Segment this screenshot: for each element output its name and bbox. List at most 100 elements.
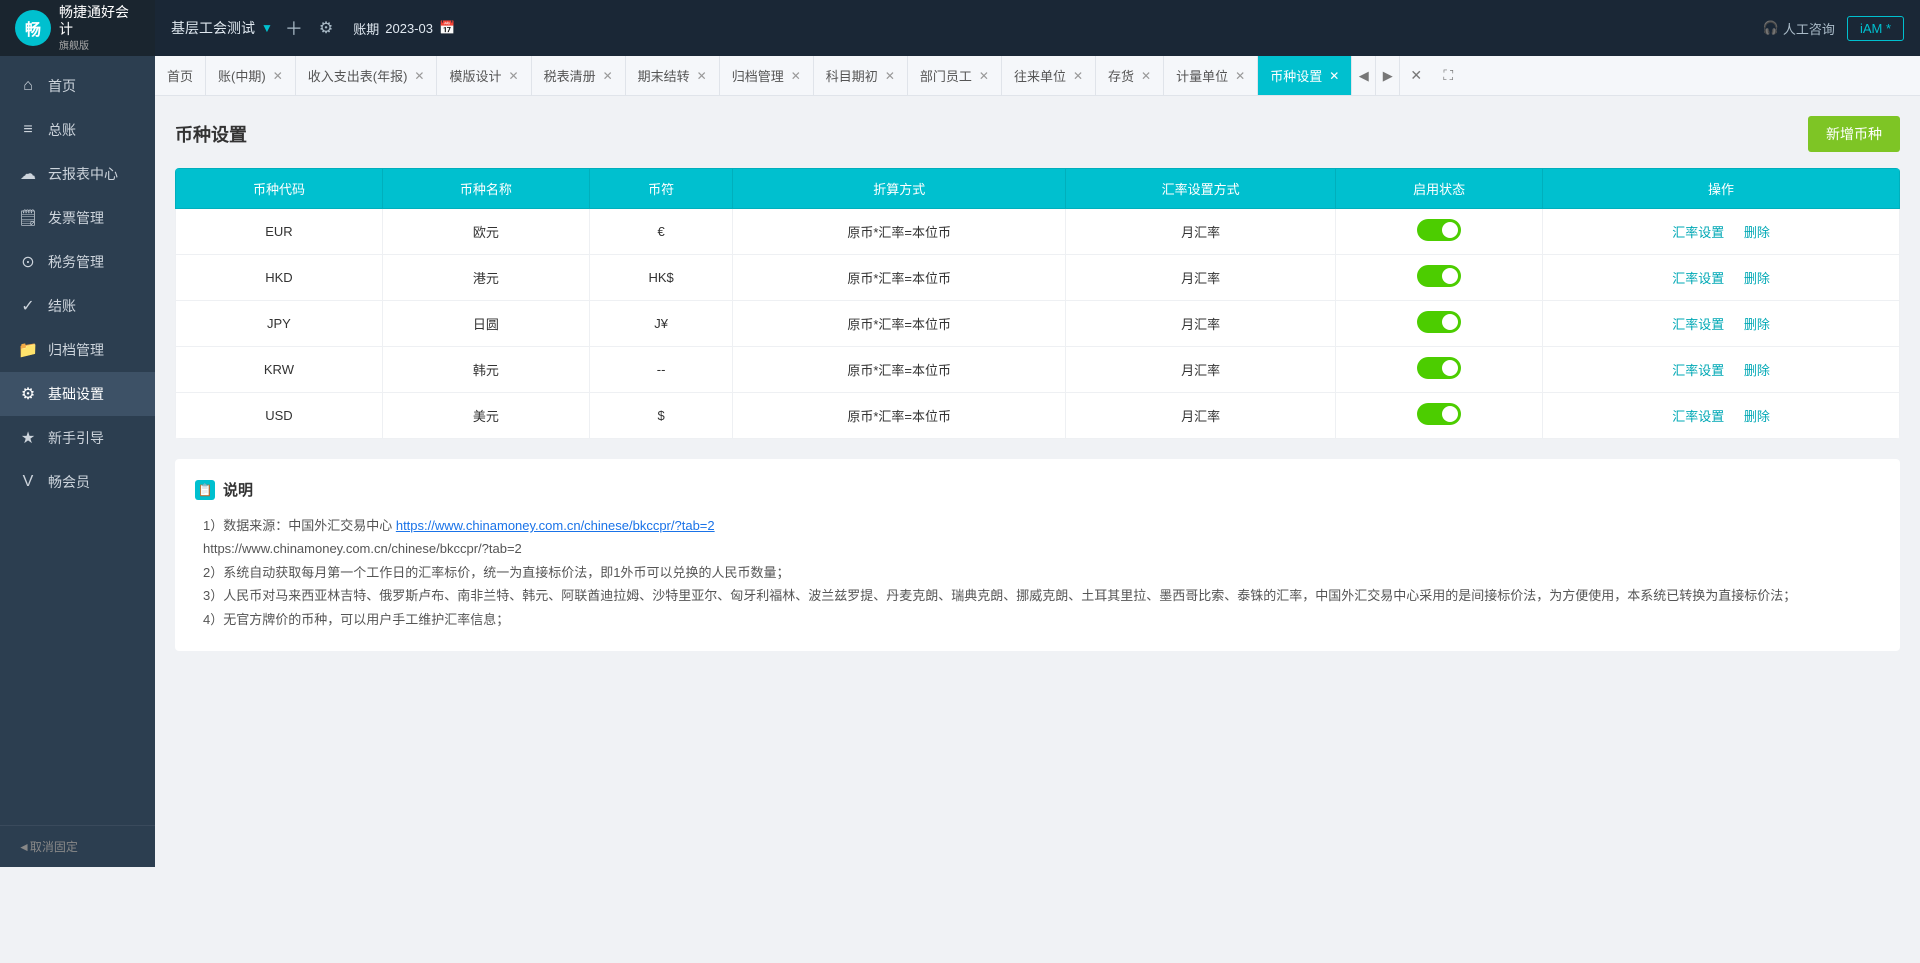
tab-label: 期末结转 [638, 66, 690, 85]
main-content: 币种设置 新增币种 币种代码 币种名称 币符 折算方式 汇率设置方式 启用状态 … [155, 96, 1920, 867]
cell-rate-type: 月汇率 [1065, 255, 1335, 301]
cell-status [1336, 255, 1543, 301]
tab-close-all-button[interactable]: ✕ [1400, 56, 1432, 96]
enable-toggle[interactable] [1417, 311, 1461, 333]
headset-icon: 🎧 [1763, 20, 1779, 36]
sidebar-item-ledger[interactable]: ≡ 总账 [0, 108, 155, 152]
delete-link[interactable]: 删除 [1744, 271, 1770, 286]
tax-icon: ⊙ [18, 252, 38, 272]
notes-link[interactable]: https://www.chinamoney.com.cn/chinese/bk… [396, 518, 715, 533]
tab-close-icon[interactable]: ✕ [979, 69, 989, 83]
delete-link[interactable]: 删除 [1744, 225, 1770, 240]
sidebar-item-checkout[interactable]: ✓ 结账 [0, 284, 155, 328]
cell-symbol: $ [589, 393, 733, 439]
enable-toggle[interactable] [1417, 219, 1461, 241]
tab-prev-button[interactable]: ◀ [1352, 56, 1376, 96]
tab-label: 科目期初 [826, 66, 878, 85]
header-gear-icon[interactable]: ⚙ [315, 18, 337, 38]
currency-table-container: 币种代码 币种名称 币符 折算方式 汇率设置方式 启用状态 操作 EUR 欧元 … [175, 168, 1900, 439]
cell-action: 汇率设置 删除 [1543, 393, 1900, 439]
cell-rate-type: 月汇率 [1065, 347, 1335, 393]
delete-link[interactable]: 删除 [1744, 317, 1770, 332]
cell-name: 欧元 [382, 209, 589, 255]
tab-close-icon[interactable]: ✕ [603, 69, 613, 83]
rate-settings-link[interactable]: 汇率设置 [1672, 271, 1724, 286]
tab-close-icon[interactable]: ✕ [1073, 69, 1083, 83]
company-dropdown-icon[interactable]: ▼ [261, 21, 273, 35]
notes-title: 📋 说明 [195, 479, 1880, 500]
notes-icon: 📋 [195, 480, 215, 500]
tab-archive[interactable]: 归档管理 ✕ [720, 56, 814, 96]
sidebar-pin-toggle[interactable]: ◄取消固定 [0, 825, 155, 867]
tab-close-icon[interactable]: ✕ [697, 69, 707, 83]
tab-close-icon[interactable]: ✕ [1235, 69, 1245, 83]
tab-income[interactable]: 收入支出表(年报) ✕ [296, 56, 438, 96]
currency-table: 币种代码 币种名称 币符 折算方式 汇率设置方式 启用状态 操作 EUR 欧元 … [175, 168, 1900, 439]
tab-stock[interactable]: 存货 ✕ [1096, 56, 1164, 96]
tab-close-icon[interactable]: ✕ [1329, 69, 1339, 83]
tab-dept[interactable]: 部门员工 ✕ [908, 56, 1002, 96]
cell-calc: 原币*汇率=本位币 [733, 393, 1066, 439]
tab-period[interactable]: 账(中期) ✕ [206, 56, 296, 96]
enable-toggle[interactable] [1417, 265, 1461, 287]
enable-toggle[interactable] [1417, 357, 1461, 379]
col-header-symbol: 币符 [589, 169, 733, 209]
rate-settings-link[interactable]: 汇率设置 [1672, 363, 1724, 378]
sidebar-item-invoice[interactable]: 🗒 发票管理 [0, 196, 155, 240]
tab-next-button[interactable]: ▶ [1376, 56, 1400, 96]
tab-label: 往来单位 [1014, 66, 1066, 85]
rate-settings-link[interactable]: 汇率设置 [1672, 317, 1724, 332]
home-icon: ⌂ [18, 77, 38, 95]
sidebar-item-guide[interactable]: ★ 新手引导 [0, 416, 155, 460]
tab-close-icon[interactable]: ✕ [273, 69, 283, 83]
calendar-icon[interactable]: 📅 [439, 20, 455, 36]
tab-home[interactable]: 首页 [155, 56, 206, 96]
sidebar-logo: 畅 畅捷通好会计 旗舰版 [0, 0, 155, 56]
cell-code: HKD [176, 255, 383, 301]
tab-label: 模版设计 [449, 66, 501, 85]
sidebar-item-reports[interactable]: ☁ 云报表中心 [0, 152, 155, 196]
support-button[interactable]: 🎧 人工咨询 [1763, 19, 1835, 38]
rate-settings-link[interactable]: 汇率设置 [1672, 409, 1724, 424]
cell-code: JPY [176, 301, 383, 347]
rate-settings-link[interactable]: 汇率设置 [1672, 225, 1724, 240]
tab-close-icon[interactable]: ✕ [414, 69, 424, 83]
delete-link[interactable]: 删除 [1744, 363, 1770, 378]
sidebar-item-label: 畅会员 [48, 472, 90, 492]
guide-icon: ★ [18, 428, 38, 448]
tab-subject[interactable]: 科目期初 ✕ [814, 56, 908, 96]
cell-code: KRW [176, 347, 383, 393]
member-icon: V [18, 473, 38, 491]
tab-label: 存货 [1108, 66, 1134, 85]
tab-close-icon[interactable]: ✕ [509, 69, 519, 83]
sidebar-item-member[interactable]: V 畅会员 [0, 460, 155, 504]
sidebar-item-archive[interactable]: 📁 归档管理 [0, 328, 155, 372]
add-tab-button[interactable]: ＋ [281, 15, 307, 41]
tab-label: 币种设置 [1270, 66, 1322, 85]
sidebar-item-settings[interactable]: ⚙ 基础设置 [0, 372, 155, 416]
cell-status [1336, 393, 1543, 439]
iam-button[interactable]: iAM * [1847, 16, 1904, 41]
tab-taxclear[interactable]: 税表清册 ✕ [532, 56, 626, 96]
cell-action: 汇率设置 删除 [1543, 209, 1900, 255]
tab-unit[interactable]: 计量单位 ✕ [1164, 56, 1258, 96]
tab-label: 账(中期) [218, 66, 266, 85]
tab-periodend[interactable]: 期末结转 ✕ [626, 56, 720, 96]
tab-close-icon[interactable]: ✕ [885, 69, 895, 83]
cell-calc: 原币*汇率=本位币 [733, 255, 1066, 301]
delete-link[interactable]: 删除 [1744, 409, 1770, 424]
tab-partner[interactable]: 往来单位 ✕ [1002, 56, 1096, 96]
tab-close-icon[interactable]: ✕ [791, 69, 801, 83]
enable-toggle[interactable] [1417, 403, 1461, 425]
notes-list: 1）数据来源：中国外汇交易中心 https://www.chinamoney.c… [195, 514, 1880, 631]
cell-calc: 原币*汇率=本位币 [733, 301, 1066, 347]
cell-name: 日圆 [382, 301, 589, 347]
tab-close-icon[interactable]: ✕ [1141, 69, 1151, 83]
tab-currency[interactable]: 币种设置 ✕ [1258, 56, 1352, 96]
sidebar-item-label: 总账 [48, 120, 76, 140]
sidebar-item-tax[interactable]: ⊙ 税务管理 [0, 240, 155, 284]
new-currency-button[interactable]: 新增币种 [1808, 116, 1900, 152]
sidebar-item-home[interactable]: ⌂ 首页 [0, 64, 155, 108]
tab-template[interactable]: 模版设计 ✕ [437, 56, 531, 96]
tab-expand-button[interactable]: ⛶ [1432, 56, 1464, 96]
